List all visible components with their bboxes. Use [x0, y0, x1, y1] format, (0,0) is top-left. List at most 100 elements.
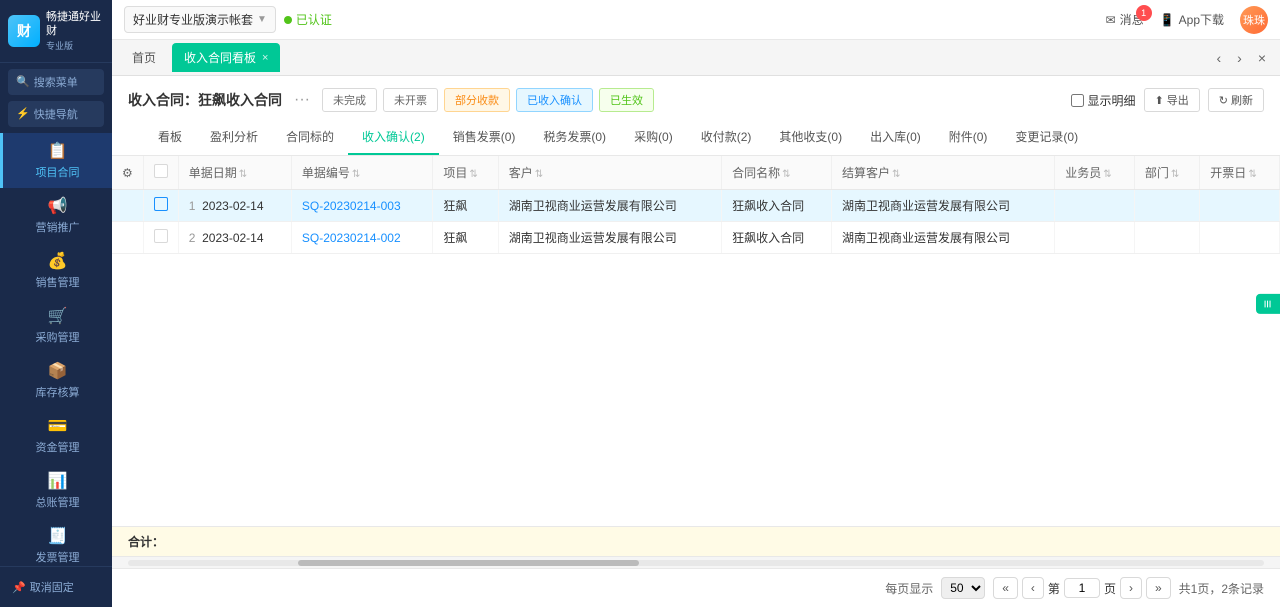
sidebar-item-general[interactable]: 📊 总账管理 — [0, 463, 112, 518]
row2-check[interactable] — [143, 222, 178, 254]
pin-icon: 📌 — [12, 581, 26, 594]
sub-tab-revenue-confirm[interactable]: 收入确认(2) — [348, 120, 439, 155]
sort-sales-icon[interactable]: ⇅ — [1103, 169, 1111, 180]
sidebar-item-sales[interactable]: 💰 销售管理 — [0, 243, 112, 298]
th-invoice-date: 开票日⇅ — [1200, 156, 1280, 190]
unpin-button[interactable]: 📌 取消固定 — [8, 575, 104, 599]
verified-dot — [284, 16, 292, 24]
status-effective-button[interactable]: 已生效 — [599, 88, 654, 112]
page-size-select[interactable]: 50 — [941, 577, 985, 599]
row2-salesperson — [1055, 222, 1135, 254]
sidebar-item-project[interactable]: 📋 项目合同 — [0, 133, 112, 188]
tab-prev-button[interactable]: ‹ — [1210, 46, 1227, 70]
export-button[interactable]: ⬆ 导出 — [1144, 88, 1200, 112]
row1-settings — [112, 190, 143, 222]
user-avatar[interactable]: 珠珠 — [1240, 6, 1268, 34]
row2-num: 2 2023-02-14 — [178, 222, 291, 254]
sort-number-icon[interactable]: ⇅ — [352, 169, 360, 180]
sort-project-icon[interactable]: ⇅ — [469, 169, 477, 180]
sub-tab-subject[interactable]: 合同标的 — [272, 120, 348, 155]
app-download-button[interactable]: 📱 App下载 — [1160, 11, 1224, 28]
sidebar-item-finance[interactable]: 💳 资金管理 — [0, 408, 112, 463]
messages-button[interactable]: ✉ 消息 1 — [1106, 11, 1144, 28]
quick-nav-button[interactable]: ⚡ 快捷导航 — [8, 101, 104, 127]
table-row: 2 2023-02-14 SQ-20230214-002 狂飙 湖南卫视商业运营… — [112, 222, 1280, 254]
row2-checkbox[interactable] — [154, 229, 168, 243]
scrollbar-thumb[interactable] — [298, 560, 639, 566]
sub-tab-warehouse[interactable]: 出入库(0) — [856, 120, 935, 155]
sort-settlement-icon[interactable]: ⇅ — [892, 169, 900, 180]
sort-customer-icon[interactable]: ⇅ — [535, 169, 543, 180]
row2-department — [1134, 222, 1199, 254]
sub-tab-profit[interactable]: 盈利分析 — [196, 120, 272, 155]
invoice-icon: 🧾 — [48, 526, 68, 546]
sub-tab-attachment[interactable]: 附件(0) — [935, 120, 1002, 155]
page-total-info: 共1页，2条记录 — [1179, 580, 1264, 597]
settings-column-header[interactable]: ⚙ — [112, 156, 143, 190]
prev-page-button[interactable]: ‹ — [1022, 577, 1044, 599]
right-sidebar-toggle[interactable]: ≡ — [1256, 293, 1280, 313]
status-partial-payment-button[interactable]: 部分收款 — [444, 88, 510, 112]
sidebar: 财 畅捷通好业财 专业版 🔍 搜索菜单 ⚡ 快捷导航 📋 项目合同 📢 营销推广… — [0, 0, 112, 607]
sort-contract-icon[interactable]: ⇅ — [782, 169, 790, 180]
tab-close-all-button[interactable]: × — [1252, 46, 1272, 70]
row2-settings — [112, 222, 143, 254]
row1-check[interactable] — [143, 190, 178, 222]
tab-close-icon[interactable]: × — [262, 52, 268, 64]
sidebar-item-invoice[interactable]: 🧾 发票管理 — [0, 518, 112, 566]
contract-more-button[interactable]: ··· — [294, 91, 310, 109]
show-detail-checkbox-label[interactable]: 显示明细 — [1071, 88, 1136, 112]
sidebar-item-purchase[interactable]: 🛒 采购管理 — [0, 298, 112, 353]
sub-tab-other-income[interactable]: 其他收支(0) — [765, 120, 856, 155]
first-page-button[interactable]: « — [993, 577, 1018, 599]
page-number-input[interactable] — [1064, 578, 1100, 598]
refresh-button[interactable]: ↻ 刷新 — [1208, 88, 1264, 112]
last-page-button[interactable]: » — [1146, 577, 1171, 599]
sort-dept-icon[interactable]: ⇅ — [1171, 169, 1179, 180]
sub-tab-purchase[interactable]: 采购(0) — [620, 120, 687, 155]
sidebar-nav: 📋 项目合同 📢 营销推广 💰 销售管理 🛒 采购管理 📦 库存核算 💳 资金管… — [0, 133, 112, 566]
sort-invoice-date-icon[interactable]: ⇅ — [1248, 169, 1256, 180]
sort-date-icon[interactable]: ⇅ — [239, 169, 247, 180]
table-footer: 合计： — [112, 526, 1280, 556]
select-all-checkbox[interactable] — [154, 164, 168, 178]
th-number: 单据编号⇅ — [291, 156, 432, 190]
tab-contract-board[interactable]: 收入合同看板 × — [172, 43, 280, 72]
company-selector[interactable]: 好业财专业版演示帐套 ▼ — [124, 6, 276, 33]
refresh-icon: ↻ — [1219, 94, 1228, 107]
tab-home[interactable]: 首页 — [120, 43, 168, 72]
row1-number: SQ-20230214-003 — [291, 190, 432, 222]
sub-tab-sales-invoice[interactable]: 销售发票(0) — [439, 120, 530, 155]
right-sidebar-icon[interactable]: ≡ — [1260, 299, 1276, 307]
row1-invoice-date — [1200, 190, 1280, 222]
search-menu-button[interactable]: 🔍 搜索菜单 — [8, 69, 104, 95]
row2-settlement-customer: 湖南卫视商业运营发展有限公司 — [831, 222, 1054, 254]
row1-contract-name: 狂飙收入合同 — [722, 190, 832, 222]
contract-actions: 显示明细 ⬆ 导出 ↻ 刷新 — [1071, 88, 1264, 112]
th-customer: 客户⇅ — [498, 156, 721, 190]
sidebar-item-marketing[interactable]: 📢 营销推广 — [0, 188, 112, 243]
logo-text: 畅捷通好业财 专业版 — [46, 10, 104, 52]
status-revenue-confirmed-button[interactable]: 已收入确认 — [516, 88, 593, 112]
sub-tab-change-log[interactable]: 变更记录(0) — [1001, 120, 1092, 155]
row2-number: SQ-20230214-002 — [291, 222, 432, 254]
status-incomplete-button[interactable]: 未完成 — [322, 88, 377, 112]
row1-checkbox[interactable] — [154, 197, 168, 211]
sidebar-item-inventory[interactable]: 📦 库存核算 — [0, 353, 112, 408]
horizontal-scrollbar[interactable] — [112, 556, 1280, 568]
status-uninvoiced-button[interactable]: 未开票 — [383, 88, 438, 112]
sub-tab-payment[interactable]: 收付款(2) — [687, 120, 766, 155]
logo: 财 畅捷通好业财 专业版 — [0, 0, 112, 63]
row1-number-link[interactable]: SQ-20230214-003 — [302, 199, 401, 213]
show-detail-checkbox[interactable] — [1071, 94, 1084, 107]
row2-number-link[interactable]: SQ-20230214-002 — [302, 231, 401, 245]
th-date: 单据日期⇅ — [178, 156, 291, 190]
sidebar-bottom: 📌 取消固定 — [0, 566, 112, 607]
tab-next-button[interactable]: › — [1231, 46, 1248, 70]
next-page-button[interactable]: › — [1120, 577, 1142, 599]
sub-tab-board[interactable]: 看板 — [144, 120, 196, 155]
row1-project: 狂飙 — [433, 190, 498, 222]
nav-icon: ⚡ — [16, 107, 30, 120]
th-salesperson: 业务员⇅ — [1055, 156, 1135, 190]
sub-tab-tax-invoice[interactable]: 税务发票(0) — [529, 120, 620, 155]
